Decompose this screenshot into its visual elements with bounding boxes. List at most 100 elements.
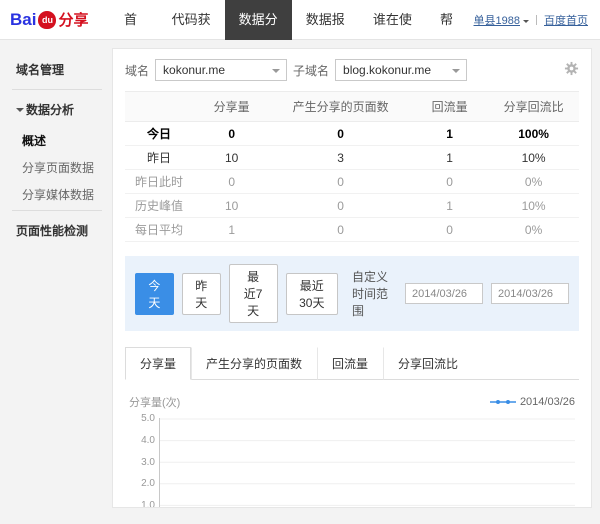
line-chart xyxy=(159,418,575,507)
domain-label: 域名 xyxy=(125,63,150,78)
last-30-days-button[interactable]: 最近30天 xyxy=(285,272,339,315)
logo-text-bai: Bai xyxy=(10,9,37,29)
nav-home[interactable]: 首页 xyxy=(110,0,158,67)
row-label: 每日平均 xyxy=(125,217,194,242)
subdomain-select-value: blog.kokonur.me xyxy=(343,63,432,77)
cell-value: 0 xyxy=(193,169,271,194)
cell-value: 10% xyxy=(488,145,579,170)
summary-table: 分享量 产生分享的页面数 回流量 分享回流比 今日 0 0 1 100% 昨日 … xyxy=(125,91,579,242)
sidebar-item-overview[interactable]: 概述 xyxy=(8,127,106,154)
cell-value: 0% xyxy=(488,217,579,242)
table-row-today: 今日 0 0 1 100% xyxy=(125,121,579,146)
plot-area: 01234567891011121314151617181920212223 xyxy=(159,418,575,507)
logo-text-share: 分享 xyxy=(58,12,89,29)
sidebar-item-share-page-data[interactable]: 分享页面数据 xyxy=(8,154,106,181)
nav-help[interactable]: 帮助 xyxy=(426,0,474,67)
chevron-down-icon xyxy=(452,69,461,77)
tab-returns[interactable]: 回流量 xyxy=(317,347,383,380)
y-tick-label: 4.0 xyxy=(141,434,155,446)
top-header: Bai du 分享 首页 代码获取 数据分析 数据报告 谁在使用 帮助 单县19… xyxy=(0,0,600,67)
cell-value: 0 xyxy=(270,217,411,242)
page-content: 域名管理 数据分析 概述 分享页面数据 分享媒体数据 页面性能检测 域名 kok… xyxy=(0,40,600,516)
sidebar-item-performance-check[interactable]: 页面性能检测 xyxy=(8,213,106,248)
cell-value: 0 xyxy=(411,217,489,242)
baidu-paw-icon: du xyxy=(38,10,57,29)
subdomain-select[interactable]: blog.kokonur.me xyxy=(335,59,468,81)
row-label: 历史峰值 xyxy=(125,193,194,218)
cell-value: 0% xyxy=(488,169,579,194)
nav-data-analysis[interactable]: 数据分析 xyxy=(224,0,292,67)
subdomain-label: 子域名 xyxy=(293,63,330,78)
filter-bar: 域名 kokonur.me 子域名 blog.kokonur.me xyxy=(113,49,591,89)
sidebar-section-data-analysis[interactable]: 数据分析 xyxy=(8,92,106,127)
chevron-down-icon xyxy=(16,108,24,116)
gear-icon[interactable] xyxy=(564,61,579,79)
cell-value: 0 xyxy=(270,121,411,146)
today-button[interactable]: 今天 xyxy=(135,272,174,315)
table-row-history-peak: 历史峰值 10 0 1 10% xyxy=(125,193,579,218)
nav-who-uses[interactable]: 谁在使用 xyxy=(359,0,426,67)
col-header-shares: 分享量 xyxy=(193,91,271,122)
nav-get-code[interactable]: 代码获取 xyxy=(158,0,225,67)
chart-body: 5.0 4.0 3.0 2.0 1.0 0.0 0123456789101112… xyxy=(129,413,575,507)
nav-data-report[interactable]: 数据报告 xyxy=(292,0,359,67)
user-link[interactable]: 单县1988 xyxy=(474,12,520,28)
yesterday-button[interactable]: 昨天 xyxy=(181,272,221,315)
y-tick-label: 2.0 xyxy=(141,478,155,490)
table-row-daily-average: 每日平均 1 0 0 0% xyxy=(125,217,579,242)
col-header-pages: 产生分享的页面数 xyxy=(270,91,411,122)
cell-value: 10 xyxy=(193,145,271,170)
chevron-down-icon xyxy=(272,69,281,77)
table-row-yesterday-same-time: 昨日此时 0 0 0 0% xyxy=(125,169,579,194)
sidebar-item-domain-manage[interactable]: 域名管理 xyxy=(8,52,106,87)
chart-header: 分享量(次) 2014/03/26 xyxy=(129,394,575,410)
tab-shares[interactable]: 分享量 xyxy=(125,347,192,380)
legend-label: 2014/03/26 xyxy=(519,396,575,408)
cell-value: 0 xyxy=(270,193,411,218)
cell-value: 1 xyxy=(411,145,489,170)
baidu-home-link[interactable]: 百度首页 xyxy=(544,12,588,28)
table-header-row: 分享量 产生分享的页面数 回流量 分享回流比 xyxy=(125,91,579,122)
cell-value: 10 xyxy=(193,193,271,218)
sidebar: 域名管理 数据分析 概述 分享页面数据 分享媒体数据 页面性能检测 xyxy=(8,48,106,508)
start-date-input[interactable] xyxy=(405,283,483,304)
col-header-blank xyxy=(125,91,194,122)
last-7-days-button[interactable]: 最近7天 xyxy=(228,264,278,323)
user-caret-down-icon[interactable] xyxy=(523,19,529,26)
sidebar-item-share-media-data[interactable]: 分享媒体数据 xyxy=(8,181,106,208)
chart-y-axis-title: 分享量(次) xyxy=(129,397,181,409)
chart-tabs: 分享量 产生分享的页面数 回流量 分享回流比 xyxy=(125,347,579,380)
summary-table-wrap: 分享量 产生分享的页面数 回流量 分享回流比 今日 0 0 1 100% 昨日 … xyxy=(113,89,591,242)
domain-select-value: kokonur.me xyxy=(163,63,226,77)
cell-value: 0 xyxy=(193,121,271,146)
row-label: 今日 xyxy=(125,121,194,146)
tab-return-ratio[interactable]: 分享回流比 xyxy=(383,347,473,380)
header-separator xyxy=(536,14,537,25)
cell-value: 1 xyxy=(193,217,271,242)
domain-select[interactable]: kokonur.me xyxy=(155,59,288,81)
cell-value: 1 xyxy=(411,121,489,146)
y-axis-labels: 5.0 4.0 3.0 2.0 1.0 0.0 xyxy=(129,413,155,508)
date-filter-strip: 今天 昨天 最近7天 最近30天 自定义时间范围 xyxy=(125,256,579,331)
chart-legend: 2014/03/26 xyxy=(489,396,575,408)
cell-value: 100% xyxy=(488,121,579,146)
col-header-ratio: 分享回流比 xyxy=(488,91,579,122)
row-label: 昨日此时 xyxy=(125,169,194,194)
baidu-share-logo[interactable]: Bai du 分享 xyxy=(10,9,110,30)
chart-container: 分享量(次) 2014/03/26 5.0 4.0 3.0 2.0 1.0 0.… xyxy=(113,380,591,507)
table-row-yesterday: 昨日 10 3 1 10% xyxy=(125,145,579,170)
cell-value: 0 xyxy=(411,169,489,194)
end-date-input[interactable] xyxy=(491,283,569,304)
main-panel: 域名 kokonur.me 子域名 blog.kokonur.me 分享量 产生… xyxy=(112,48,592,508)
y-tick-label: 1.0 xyxy=(141,500,155,508)
cell-value: 1 xyxy=(411,193,489,218)
main-nav: 首页 代码获取 数据分析 数据报告 谁在使用 帮助 xyxy=(110,0,474,67)
tab-share-pages[interactable]: 产生分享的页面数 xyxy=(191,347,317,380)
sidebar-section-label: 数据分析 xyxy=(26,103,75,117)
y-tick-label: 3.0 xyxy=(141,456,155,468)
row-label: 昨日 xyxy=(125,145,194,170)
cell-value: 0 xyxy=(270,169,411,194)
legend-line-marker-icon xyxy=(489,400,516,404)
cell-value: 10% xyxy=(488,193,579,218)
header-user-area: 单县1988 百度首页 xyxy=(474,12,588,28)
